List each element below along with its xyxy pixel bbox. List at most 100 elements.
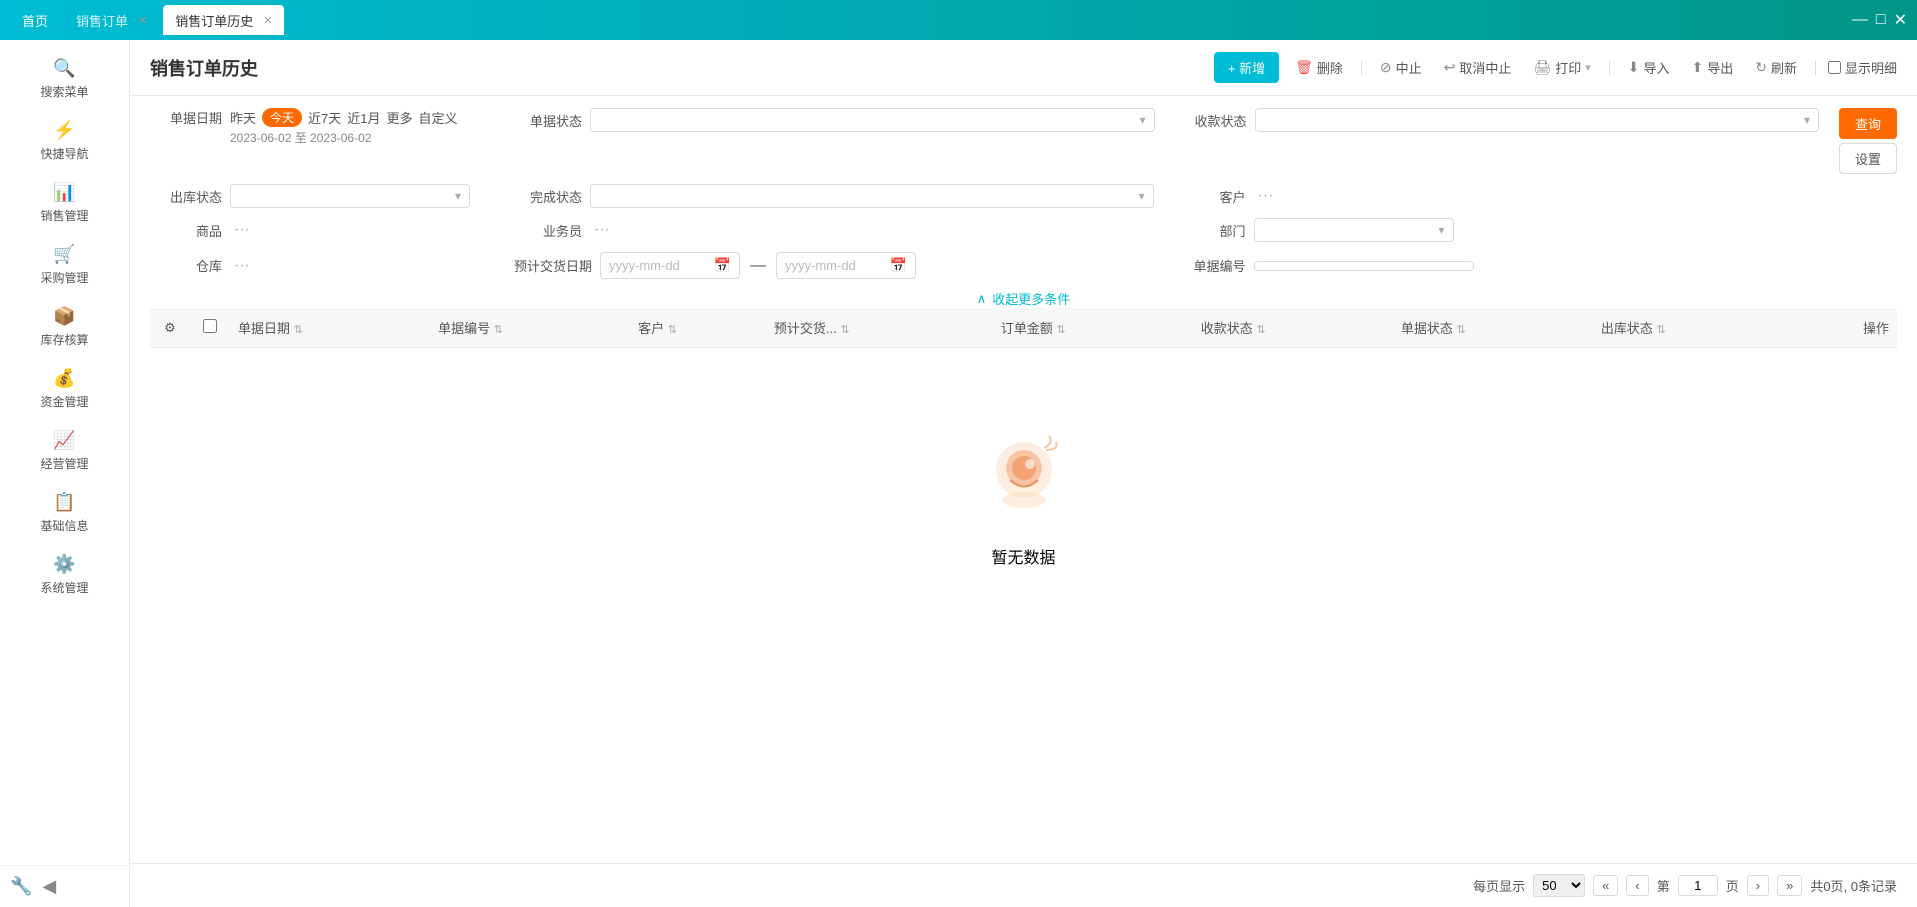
prev-page-button[interactable]: ‹	[1626, 875, 1648, 896]
th-order-amount-label: 订单金额	[1001, 321, 1053, 336]
date-dash: —	[750, 257, 766, 275]
tab-sales-order-history[interactable]: 销售订单历史 ✕	[163, 5, 284, 35]
sort-order-date-icon: ⇅	[294, 324, 303, 336]
th-order-status[interactable]: 单据状态 ⇅	[1393, 308, 1593, 348]
export-button[interactable]: ⬆ 导出	[1685, 54, 1739, 81]
delivery-date-group: yyyy-mm-dd 📅 — yyyy-mm-dd 📅	[600, 252, 916, 279]
th-customer-label: 客户	[638, 321, 664, 336]
tab-sales-order[interactable]: 销售订单 ✕	[64, 5, 159, 35]
table-header-row: ⚙ 单据日期 ⇅ 单据编号 ⇅	[150, 308, 1897, 348]
empty-state: 暂无数据	[150, 348, 1897, 648]
th-action: 操作	[1793, 308, 1897, 348]
table-header: ⚙ 单据日期 ⇅ 单据编号 ⇅	[150, 308, 1897, 348]
collapse-sidebar-icon[interactable]: ◀	[42, 876, 56, 897]
cancel-stop-icon: ↩	[1444, 59, 1456, 76]
import-button[interactable]: ⬇ 导入	[1622, 54, 1676, 81]
maximize-icon[interactable]: □	[1876, 11, 1886, 29]
th-customer[interactable]: 客户 ⇅	[630, 308, 766, 348]
payment-status-section: 收款状态 ▾	[1175, 108, 1820, 132]
order-status-section: 单据状态 ▾	[510, 108, 1155, 132]
cancel-stop-button[interactable]: ↩ 取消中止	[1438, 54, 1518, 81]
th-delivery-date[interactable]: 预计交货... ⇅	[766, 308, 993, 348]
th-settings[interactable]: ⚙	[150, 308, 190, 348]
add-button[interactable]: + 新增	[1214, 52, 1279, 83]
th-payment-status-label: 收款状态	[1201, 321, 1253, 336]
sidebar-item-inventory[interactable]: 📦 库存核算	[0, 296, 129, 358]
th-delivery-date-label: 预计交货...	[774, 321, 837, 336]
completion-status-select[interactable]: ▾	[590, 184, 1154, 208]
date-option-yesterday[interactable]: 昨天	[230, 108, 256, 127]
calendar-start-icon: 📅	[714, 257, 731, 274]
refresh-button[interactable]: ↻ 刷新	[1749, 54, 1803, 81]
payment-status-select[interactable]: ▾	[1255, 108, 1820, 132]
settings-gear-icon[interactable]: ⚙	[164, 320, 176, 335]
date-option-1month[interactable]: 近1月	[347, 108, 380, 127]
sidebar-item-system[interactable]: ⚙️ 系统管理	[0, 544, 129, 606]
page-label: 第	[1657, 876, 1670, 895]
th-payment-status[interactable]: 收款状态 ⇅	[1193, 308, 1393, 348]
delivery-status-arrow-icon: ▾	[455, 189, 461, 203]
th-order-amount[interactable]: 订单金额 ⇅	[993, 308, 1193, 348]
filter-row-4: 仓库 ··· 预计交货日期 yyyy-mm-dd 📅 — yyyy-mm-dd …	[150, 252, 1897, 279]
delivery-status-select[interactable]: ▾	[230, 184, 470, 208]
tab-sales-order-history-close[interactable]: ✕	[263, 14, 272, 27]
page-number-input[interactable]	[1678, 875, 1718, 896]
query-btn-group: 查询 设置	[1839, 108, 1897, 174]
first-page-button[interactable]: «	[1593, 875, 1618, 896]
collapse-arrow-icon: ∧	[977, 291, 987, 307]
last-page-button[interactable]: »	[1777, 875, 1802, 896]
sidebar-item-finance[interactable]: 💰 资金管理	[0, 358, 129, 420]
sidebar-item-basic-info[interactable]: 📋 基础信息	[0, 482, 129, 544]
salesperson-select-dots[interactable]: ···	[594, 221, 610, 239]
sidebar-item-operations[interactable]: 📈 经营管理	[0, 420, 129, 482]
sidebar-item-purchase-mgmt-label: 采购管理	[40, 269, 88, 286]
collapse-row[interactable]: ∧ 收起更多条件	[150, 289, 1897, 308]
date-option-7days[interactable]: 近7天	[308, 108, 341, 127]
delete-label: 删除	[1317, 58, 1343, 77]
tab-home[interactable]: 首页	[10, 5, 60, 35]
settings-bottom-icon[interactable]: 🔧	[10, 876, 32, 897]
product-select-dots[interactable]: ···	[234, 221, 250, 239]
query-button[interactable]: 查询	[1839, 108, 1897, 139]
date-option-more[interactable]: 更多	[387, 108, 413, 127]
date-option-custom[interactable]: 自定义	[419, 108, 458, 127]
th-delivery-status[interactable]: 出库状态 ⇅	[1593, 308, 1793, 348]
th-order-number[interactable]: 单据编号 ⇅	[430, 308, 630, 348]
th-order-status-label: 单据状态	[1401, 321, 1453, 336]
sort-order-amount-icon: ⇅	[1056, 324, 1065, 336]
page-suffix: 页	[1726, 876, 1739, 895]
per-page-select[interactable]: 50 10 20 100	[1533, 874, 1585, 897]
settings-button[interactable]: 设置	[1839, 143, 1897, 174]
import-icon: ⬇	[1628, 59, 1640, 76]
tab-sales-order-close[interactable]: ✕	[138, 14, 147, 27]
sidebar-item-system-label: 系统管理	[40, 579, 88, 596]
display-detail-checkbox[interactable]	[1828, 61, 1841, 74]
print-button[interactable]: 🖨 打印 ▾	[1527, 54, 1596, 81]
minimize-icon[interactable]: —	[1852, 11, 1868, 29]
department-select[interactable]: ▾	[1254, 218, 1454, 242]
stop-icon: ⊘	[1380, 59, 1392, 76]
sidebar-item-quick-nav[interactable]: ⚡ 快捷导航	[0, 110, 129, 172]
delivery-date-start-input[interactable]: yyyy-mm-dd 📅	[600, 252, 740, 279]
warehouse-select-dots[interactable]: ···	[234, 257, 250, 275]
sidebar-item-sales-mgmt[interactable]: 📊 销售管理	[0, 172, 129, 234]
th-order-date[interactable]: 单据日期 ⇅	[230, 308, 430, 348]
stop-button[interactable]: ⊘ 中止	[1374, 54, 1428, 81]
delivery-status-section: 出库状态 ▾	[150, 184, 490, 208]
close-window-icon[interactable]: ✕	[1894, 10, 1907, 30]
order-number-input[interactable]	[1254, 261, 1474, 271]
delete-button[interactable]: 🗑 删除	[1289, 54, 1349, 81]
empty-state-illustration	[974, 428, 1074, 528]
quick-nav-icon: ⚡	[53, 120, 75, 141]
date-option-today[interactable]: 今天	[262, 108, 302, 127]
delivery-date-end-input[interactable]: yyyy-mm-dd 📅	[776, 252, 916, 279]
completion-status-section: 完成状态 ▾	[510, 184, 1154, 208]
sidebar-item-purchase-mgmt[interactable]: 🛒 采购管理	[0, 234, 129, 296]
customer-select-dots[interactable]: ···	[1258, 187, 1274, 205]
sidebar-item-search-menu[interactable]: 🔍 搜索菜单	[0, 48, 129, 110]
order-status-select[interactable]: ▾	[590, 108, 1155, 132]
next-page-button[interactable]: ›	[1747, 875, 1769, 896]
select-all-checkbox[interactable]	[203, 319, 217, 333]
delivery-date-start-text: yyyy-mm-dd	[609, 258, 714, 273]
delivery-date-section: 预计交货日期 yyyy-mm-dd 📅 — yyyy-mm-dd 📅	[510, 252, 1154, 279]
